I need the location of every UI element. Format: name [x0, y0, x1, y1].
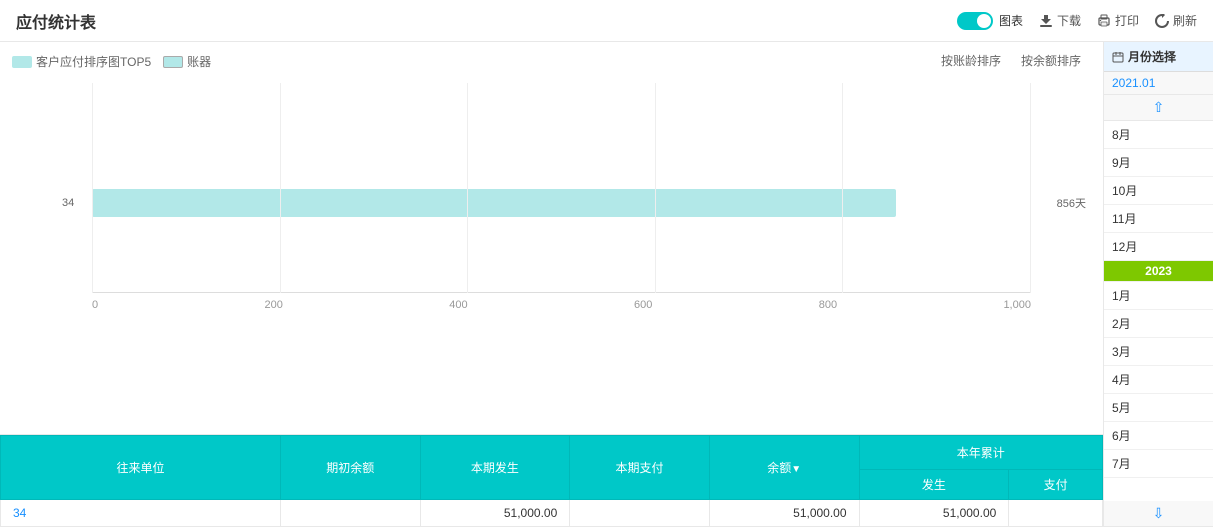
calendar-icon	[1112, 51, 1124, 63]
col-header-fasheng: 本期发生	[420, 436, 570, 500]
data-table: 往来单位 期初余额 本期发生 本期支付 余额▼ 本年累计 发生 支付	[0, 435, 1103, 527]
main-content: 客户应付排序图TOP5 账器 按账龄排序 按余额排序	[0, 42, 1213, 527]
col-header-nian-fasheng: 发生	[859, 470, 1009, 500]
left-panel: 客户应付排序图TOP5 账器 按账龄排序 按余额排序	[0, 42, 1103, 527]
legend-item-2: 账器	[163, 53, 211, 70]
grid-lines	[92, 83, 1031, 293]
col-header-zhifu: 本期支付	[570, 436, 710, 500]
legend-item-1: 客户应付排序图TOP5	[12, 53, 151, 70]
sidebar-scroll[interactable]: 8月 9月 10月 11月 12月 2023 1月 2月 3月 4月 5月 6月…	[1104, 121, 1213, 501]
print-icon	[1097, 14, 1111, 28]
legend-color-2	[163, 56, 183, 68]
cell-unit: 34	[1, 500, 281, 527]
cell-fasheng: 51,000.00	[420, 500, 570, 527]
tab-by-age[interactable]: 按账龄排序	[931, 50, 1011, 73]
refresh-icon	[1155, 14, 1169, 28]
right-sidebar: 月份选择 2021.01 ⇧ 8月 9月 10月 11月 12月 2023 1月…	[1103, 42, 1213, 527]
cell-yue: 51,000.00	[709, 500, 859, 527]
col-header-unit: 往来单位	[1, 436, 281, 500]
download-icon	[1039, 14, 1053, 28]
col-header-nian-zhifu: 支付	[1009, 470, 1103, 500]
sidebar-scroll-up[interactable]: ⇧	[1104, 95, 1213, 121]
table-header-row: 往来单位 期初余额 本期发生 本期支付 余额▼ 本年累计	[1, 436, 1103, 470]
sidebar-current: 2021.01	[1104, 72, 1213, 95]
toggle-switch[interactable]	[957, 12, 993, 30]
cell-qichu	[281, 500, 421, 527]
month-item-12[interactable]: 12月	[1104, 233, 1213, 261]
table-wrapper: 往来单位 期初余额 本期发生 本期支付 余额▼ 本年累计 发生 支付	[0, 435, 1103, 527]
year-label-2023[interactable]: 2023	[1104, 261, 1213, 282]
cell-nian-fasheng: 51,000.00	[859, 500, 1009, 527]
chart-toggle[interactable]: 图表	[957, 12, 1023, 30]
month-item-10[interactable]: 10月	[1104, 177, 1213, 205]
month-item-9[interactable]: 9月	[1104, 149, 1213, 177]
chart-area: 客户应付排序图TOP5 账器 按账龄排序 按余额排序	[0, 42, 1103, 434]
page-header: 应付统计表 图表 下载 打印	[0, 0, 1213, 42]
refresh-button[interactable]: 刷新	[1155, 12, 1197, 29]
cell-nian-zhifu	[1009, 500, 1103, 527]
col-header-qichu: 期初余额	[281, 436, 421, 500]
table-area: 往来单位 期初余额 本期发生 本期支付 余额▼ 本年累计 发生 支付	[0, 434, 1103, 527]
month-item-4[interactable]: 4月	[1104, 366, 1213, 394]
month-item-5[interactable]: 5月	[1104, 394, 1213, 422]
month-item-3[interactable]: 3月	[1104, 338, 1213, 366]
legend-label-1: 客户应付排序图TOP5	[36, 53, 151, 70]
legend-color-1	[12, 56, 32, 68]
sidebar-scroll-down[interactable]: ⇩	[1104, 501, 1213, 527]
table-row: 34 51,000.00 51,000.00 51,000.00	[1, 500, 1103, 527]
sidebar-title: 月份选择	[1128, 48, 1176, 65]
chart-tabs: 按账龄排序 按余额排序	[931, 50, 1091, 73]
y-axis-label: 34	[62, 197, 74, 209]
cell-zhifu	[570, 500, 710, 527]
chart-header: 客户应付排序图TOP5 账器 按账龄排序 按余额排序	[12, 50, 1091, 73]
x-axis-labels: 0 200 400 600 800 1,000	[92, 299, 1031, 311]
bar-chart: 34 856天 0 200 400	[12, 83, 1091, 323]
month-item-6[interactable]: 6月	[1104, 422, 1213, 450]
legend-label-2: 账器	[187, 53, 211, 70]
month-item-8[interactable]: 8月	[1104, 121, 1213, 149]
month-item-11[interactable]: 11月	[1104, 205, 1213, 233]
month-item-1[interactable]: 1月	[1104, 282, 1213, 310]
bar-end-label: 856天	[1057, 195, 1086, 211]
print-button[interactable]: 打印	[1097, 12, 1139, 29]
month-item-2[interactable]: 2月	[1104, 310, 1213, 338]
chart-label: 图表	[999, 12, 1023, 29]
col-header-yue: 余额▼	[709, 436, 859, 500]
month-item-7[interactable]: 7月	[1104, 450, 1213, 478]
col-header-nianlei: 本年累计	[859, 436, 1102, 470]
month-list: 8月 9月 10月 11月 12月 2023 1月 2月 3月 4月 5月 6月…	[1104, 121, 1213, 478]
chart-legend: 客户应付排序图TOP5 账器	[12, 53, 211, 70]
download-button[interactable]: 下载	[1039, 12, 1081, 29]
tab-by-balance[interactable]: 按余额排序	[1011, 50, 1091, 73]
header-actions: 图表 下载 打印	[957, 12, 1197, 30]
sidebar-header: 月份选择	[1104, 42, 1213, 72]
page-title: 应付统计表	[16, 9, 96, 33]
